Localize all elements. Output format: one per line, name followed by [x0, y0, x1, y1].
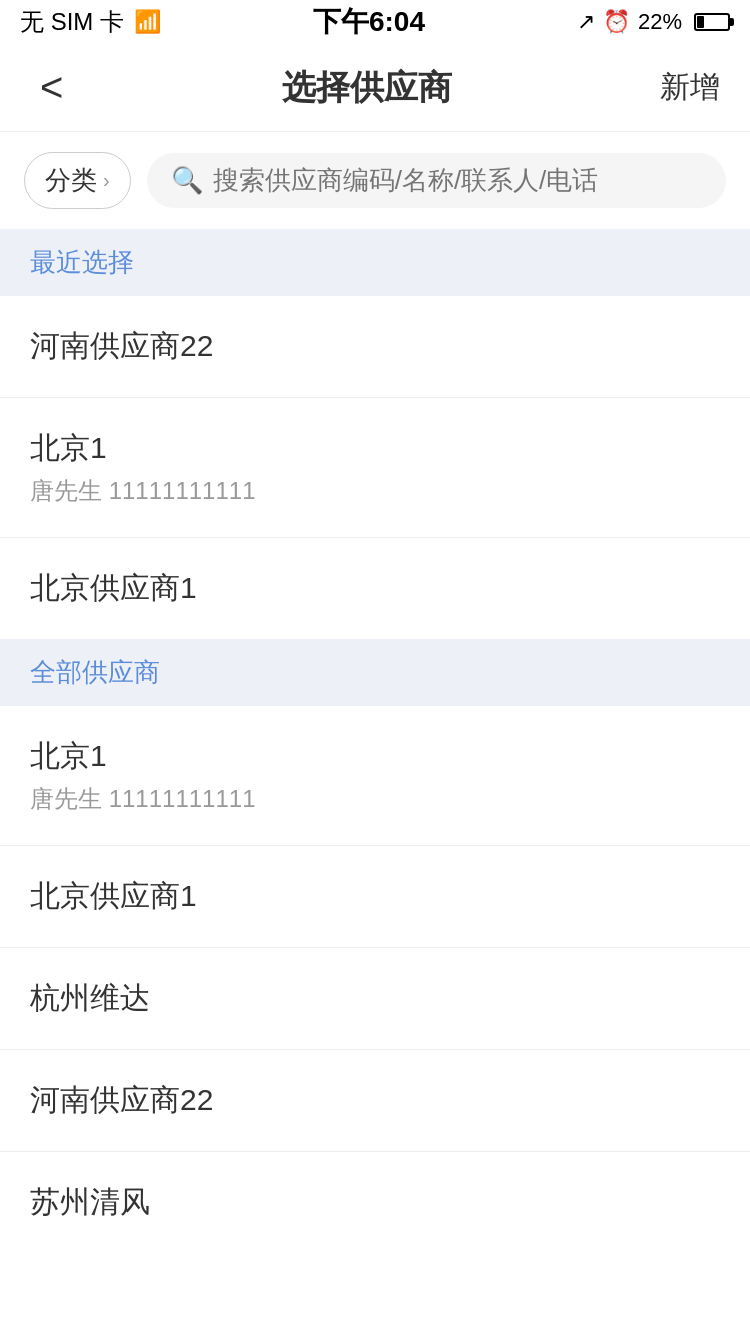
status-left: 无 SIM 卡 📶	[20, 6, 161, 38]
nav-bar: < 选择供应商 新增	[0, 44, 750, 132]
list-item[interactable]: 北京1 唐先生 11111111111	[0, 706, 750, 846]
status-bar: 无 SIM 卡 📶 下午6:04 ↗ ⏰ 22%	[0, 0, 750, 44]
search-bar: 分类 › 🔍	[0, 132, 750, 229]
alarm-icon: ⏰	[603, 9, 630, 35]
wifi-icon: 📶	[134, 9, 161, 35]
all-section-label: 全部供应商	[30, 657, 160, 687]
item-name: 北京1	[30, 428, 720, 469]
item-name: 北京供应商1	[30, 568, 720, 609]
item-name: 北京供应商1	[30, 876, 720, 917]
category-label: 分类	[45, 163, 97, 198]
item-name: 苏州清风	[30, 1182, 720, 1223]
search-icon: 🔍	[171, 165, 203, 196]
chevron-right-icon: ›	[103, 169, 110, 192]
list-item[interactable]: 河南供应商22	[0, 296, 750, 398]
battery-icon	[694, 13, 730, 31]
list-item[interactable]: 河南供应商22	[0, 1050, 750, 1152]
item-sub: 唐先生 11111111111	[30, 475, 720, 507]
page-title: 选择供应商	[282, 65, 452, 111]
back-button[interactable]: <	[30, 55, 73, 120]
add-button[interactable]: 新增	[660, 67, 720, 108]
item-name: 杭州维达	[30, 978, 720, 1019]
item-name: 河南供应商22	[30, 326, 720, 367]
list-item[interactable]: 北京供应商1	[0, 846, 750, 948]
item-sub: 唐先生 11111111111	[30, 783, 720, 815]
item-name: 北京1	[30, 736, 720, 777]
battery-text: 22%	[638, 9, 682, 35]
list-item[interactable]: 北京供应商1	[0, 538, 750, 639]
search-input[interactable]	[213, 165, 702, 196]
status-time: 下午6:04	[313, 3, 425, 41]
item-name: 河南供应商22	[30, 1080, 720, 1121]
all-list: 北京1 唐先生 11111111111 北京供应商1 杭州维达 河南供应商22 …	[0, 706, 750, 1253]
recent-list: 河南供应商22 北京1 唐先生 11111111111 北京供应商1	[0, 296, 750, 639]
category-filter-button[interactable]: 分类 ›	[24, 152, 131, 209]
search-input-wrapper: 🔍	[147, 153, 726, 208]
location-icon: ↗	[577, 9, 595, 35]
list-item[interactable]: 杭州维达	[0, 948, 750, 1050]
all-section-header: 全部供应商	[0, 639, 750, 706]
list-item[interactable]: 苏州清风	[0, 1152, 750, 1253]
no-sim-text: 无 SIM 卡	[20, 6, 124, 38]
status-right: ↗ ⏰ 22%	[577, 9, 730, 35]
recent-section-header: 最近选择	[0, 229, 750, 296]
list-item[interactable]: 北京1 唐先生 11111111111	[0, 398, 750, 538]
recent-section-label: 最近选择	[30, 247, 134, 277]
